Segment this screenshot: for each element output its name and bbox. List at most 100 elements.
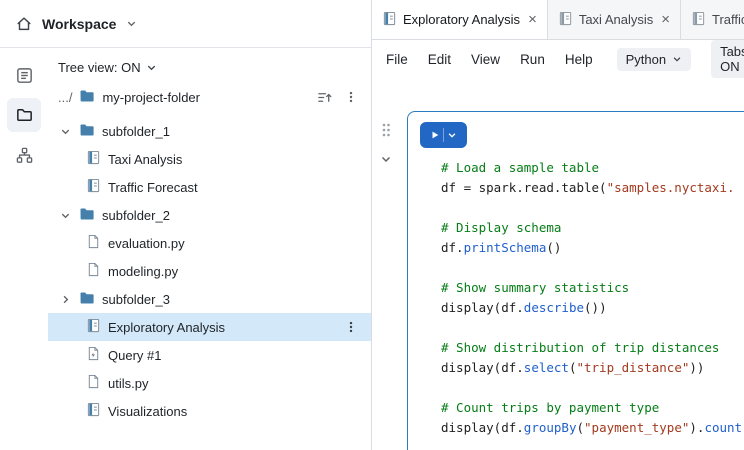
- tree-item-label: Taxi Analysis: [108, 152, 182, 167]
- cell-gutter: [380, 122, 392, 168]
- tree-item-label: Traffic Forecast: [108, 180, 198, 195]
- icon-rail: [0, 48, 48, 450]
- notebook-menubar: File Edit View Run Help Python Tabs: ON: [372, 40, 744, 78]
- tree-item-label: Exploratory Analysis: [108, 320, 225, 335]
- notebook-icon: [86, 318, 101, 336]
- run-cell-button[interactable]: [420, 122, 467, 148]
- code-line[interactable]: df = spark.read.table("samples.nyctaxi.: [441, 178, 744, 198]
- code-line[interactable]: # Show distribution of trip distances: [441, 338, 744, 358]
- code-line[interactable]: # Count trips by payment type: [441, 398, 744, 418]
- tree-item-traffic-forecast[interactable]: Traffic Forecast: [48, 173, 371, 201]
- left-panel: Workspace Tree view: ON .../: [0, 0, 372, 450]
- tree-item-label: Visualizations: [108, 404, 187, 419]
- editor-panel: Exploratory Analysis × Taxi Analysis × T…: [372, 0, 744, 450]
- tab-label: Exploratory Analysis: [403, 12, 520, 27]
- catalog-icon[interactable]: [7, 138, 41, 172]
- list-panel-icon[interactable]: [7, 58, 41, 92]
- tree-item-label: Query #1: [108, 348, 161, 363]
- tree-item-subfolder-1[interactable]: subfolder_1: [48, 117, 371, 145]
- file-icon: [86, 262, 101, 280]
- tree-view-toggle[interactable]: Tree view: ON: [48, 54, 167, 83]
- code-line[interactable]: display(df.groupBy("payment_type").count: [441, 418, 744, 438]
- tree-item-label: subfolder_3: [102, 292, 170, 307]
- code-line[interactable]: df.printSchema(): [441, 238, 744, 258]
- folder-icon: [79, 290, 95, 309]
- chevron-down-icon: [672, 54, 682, 64]
- home-icon[interactable]: [14, 14, 34, 34]
- tab-label: Taxi Analysis: [579, 12, 653, 27]
- tree-item-label: modeling.py: [108, 264, 178, 279]
- notebook-cell[interactable]: # Load a sample tabledf = spark.read.tab…: [407, 111, 744, 450]
- file-icon: [86, 374, 101, 392]
- folder-icon: [79, 88, 95, 107]
- menu-file[interactable]: File: [386, 52, 408, 67]
- kebab-menu-icon[interactable]: [341, 87, 361, 107]
- notebook-icon: [382, 11, 397, 29]
- folder-icon: [79, 206, 95, 225]
- folder-icon: [79, 122, 95, 141]
- notebook-icon: [691, 11, 706, 29]
- tree-root-folder[interactable]: .../ my-project-folder: [48, 83, 371, 111]
- close-icon[interactable]: ×: [528, 12, 537, 27]
- tree-item-utils-py[interactable]: utils.py: [48, 369, 371, 397]
- notebook-icon: [86, 178, 101, 196]
- tab-traffic-forecast[interactable]: Traffic Forecast: [681, 0, 744, 39]
- tree-item-visualizations[interactable]: Visualizations: [48, 397, 371, 425]
- file-tree: Tree view: ON .../ my-project-folder: [48, 48, 371, 450]
- code-line[interactable]: display(df.select("trip_distance")): [441, 358, 744, 378]
- code-line[interactable]: [441, 198, 744, 218]
- tab-taxi-analysis[interactable]: Taxi Analysis ×: [548, 0, 681, 39]
- chevron-down-icon[interactable]: [58, 126, 72, 137]
- tree-item-evaluation-py[interactable]: evaluation.py: [48, 229, 371, 257]
- collapse-cell-chevron-icon[interactable]: [380, 153, 392, 168]
- code-line[interactable]: [441, 318, 744, 338]
- tab-exploratory-analysis[interactable]: Exploratory Analysis ×: [372, 0, 548, 39]
- close-icon[interactable]: ×: [661, 12, 670, 27]
- code-line[interactable]: # Load a sample table: [441, 158, 744, 178]
- tree-item-label: my-project-folder: [102, 90, 200, 105]
- chevron-down-icon[interactable]: [447, 128, 457, 143]
- file-icon: [86, 234, 101, 252]
- menu-view[interactable]: View: [471, 52, 500, 67]
- chevron-down-icon[interactable]: [58, 210, 72, 221]
- code-line[interactable]: # Show summary statistics: [441, 278, 744, 298]
- menu-run[interactable]: Run: [520, 52, 545, 67]
- kebab-menu-icon[interactable]: [341, 317, 361, 337]
- notebook-icon: [86, 150, 101, 168]
- tree-item-taxi-analysis[interactable]: Taxi Analysis: [48, 145, 371, 173]
- notebook-canvas: # Load a sample tabledf = spark.read.tab…: [372, 78, 744, 450]
- query-icon: [86, 346, 101, 364]
- menu-edit[interactable]: Edit: [428, 52, 451, 67]
- language-selector[interactable]: Python: [617, 48, 691, 71]
- code-line[interactable]: [441, 258, 744, 278]
- code-area[interactable]: # Load a sample tabledf = spark.read.tab…: [408, 158, 744, 438]
- editor-tab-bar: Exploratory Analysis × Taxi Analysis × T…: [372, 0, 744, 40]
- tree-item-modeling-py[interactable]: modeling.py: [48, 257, 371, 285]
- tree-view-toggle-label: Tree view: ON: [58, 60, 141, 75]
- chevron-down-icon[interactable]: [124, 18, 138, 29]
- tree-item-label: subfolder_2: [102, 208, 170, 223]
- notebook-icon: [86, 402, 101, 420]
- chevron-right-icon[interactable]: [58, 294, 72, 305]
- tree-item-label: evaluation.py: [108, 236, 185, 251]
- folders-panel-icon[interactable]: [7, 98, 41, 132]
- drag-handle-icon[interactable]: [380, 122, 392, 141]
- tree-item-label: subfolder_1: [102, 124, 170, 139]
- tabs-toggle[interactable]: Tabs: ON: [711, 40, 744, 78]
- tab-label: Traffic Forecast: [712, 12, 744, 27]
- code-line[interactable]: # Display schema: [441, 218, 744, 238]
- menu-help[interactable]: Help: [565, 52, 593, 67]
- sort-icon[interactable]: [314, 87, 334, 107]
- tree-item-query-1[interactable]: Query #1: [48, 341, 371, 369]
- play-icon[interactable]: [430, 128, 440, 143]
- run-button-divider: [443, 128, 444, 142]
- tree-item-subfolder-3[interactable]: subfolder_3: [48, 285, 371, 313]
- notebook-icon: [558, 11, 573, 29]
- code-line[interactable]: [441, 378, 744, 398]
- language-selector-label: Python: [626, 52, 666, 67]
- tabs-toggle-label: Tabs: ON: [720, 44, 744, 74]
- tree-item-subfolder-2[interactable]: subfolder_2: [48, 201, 371, 229]
- code-line[interactable]: display(df.describe()): [441, 298, 744, 318]
- tree-item-exploratory-analysis[interactable]: Exploratory Analysis: [48, 313, 371, 341]
- tree-item-label: utils.py: [108, 376, 148, 391]
